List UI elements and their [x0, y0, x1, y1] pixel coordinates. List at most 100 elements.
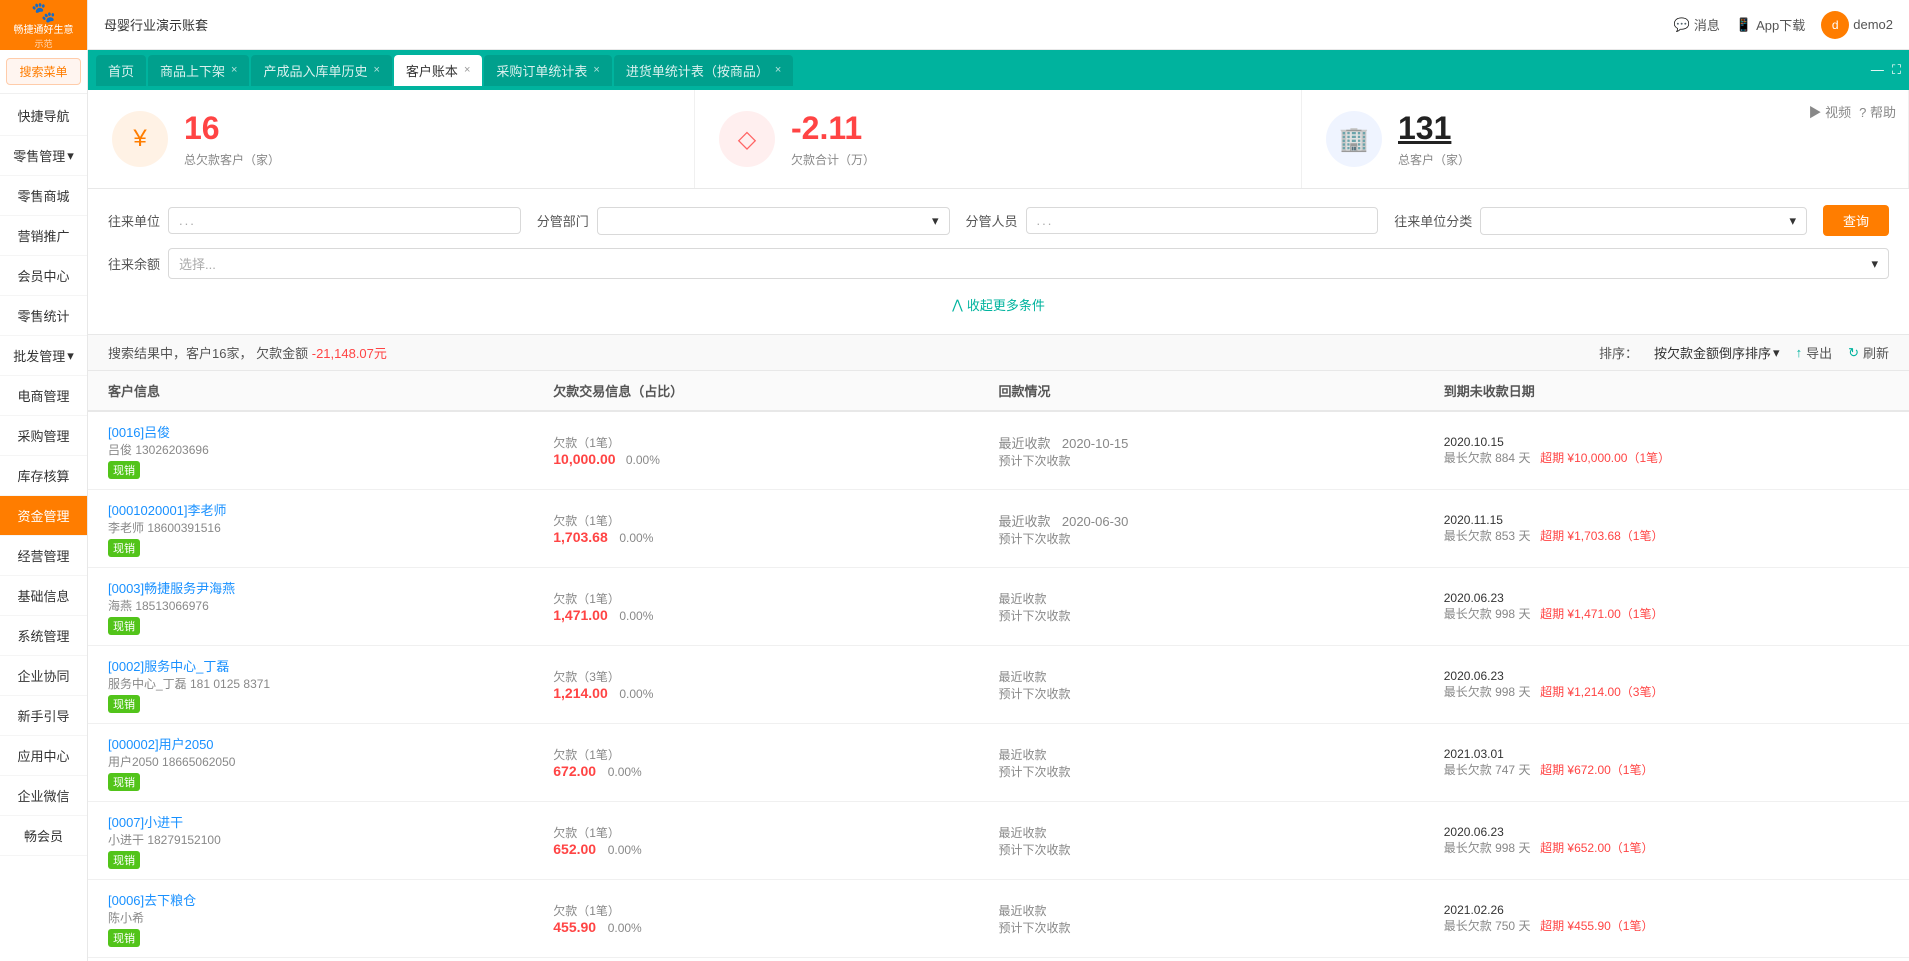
customer-name-6[interactable]: [0006]去下粮仓: [108, 890, 553, 909]
overdue-link-1[interactable]: 超期 ¥1,703.68（1笔）: [1540, 529, 1663, 543]
sidebar-item-operation[interactable]: 经营管理: [0, 536, 87, 576]
classification-select[interactable]: ▾: [1480, 207, 1807, 235]
dept-select[interactable]: ▾: [597, 207, 950, 235]
sidebar-item-system[interactable]: 系统管理: [0, 616, 87, 656]
sort-select[interactable]: 按欠款金额倒序排序 ▾: [1654, 343, 1780, 362]
chevron-down-icon: ▾: [1789, 213, 1796, 229]
tab-production[interactable]: 产成品入库单历史 ×: [251, 55, 391, 86]
due-date-5: 2020.06.23: [1444, 825, 1889, 839]
debt-amount-2[interactable]: 1,471.00: [553, 607, 608, 623]
tab-purchase-close[interactable]: ×: [593, 64, 599, 76]
overdue-link-2[interactable]: 超期 ¥1,471.00（1笔）: [1540, 607, 1663, 621]
debt-amount-6[interactable]: 455.90: [553, 919, 596, 935]
person-input[interactable]: ...: [1026, 207, 1379, 234]
overdue-link-3[interactable]: 超期 ¥1,214.00（3笔）: [1540, 685, 1663, 699]
tab-purchase-label: 采购订单统计表: [496, 61, 587, 80]
due-date-6: 2021.02.26: [1444, 903, 1889, 917]
debt-amount-5[interactable]: 652.00: [553, 841, 596, 857]
sidebar: 🐾 畅捷通好生意 示范 搜索菜单 快捷导航 零售管理 ▾ 零售商城 营销推广 会…: [0, 0, 88, 961]
customer-name-2[interactable]: [0003]畅捷服务尹海燕: [108, 578, 553, 597]
topbar-right: 💬 消息 📱 App下载 d demo2: [1674, 11, 1893, 39]
supplier-input[interactable]: ...: [168, 207, 521, 234]
tab-production-close[interactable]: ×: [373, 64, 379, 76]
debt-amount-value: -2.11: [791, 110, 875, 147]
col-debt-info: 欠款交易信息（占比）: [553, 381, 998, 400]
customer-name-5[interactable]: [0007]小进干: [108, 812, 553, 831]
chevron-down-icon: ▾: [1871, 256, 1878, 272]
tab-home[interactable]: 首页: [96, 55, 146, 86]
sidebar-item-batch-mgmt[interactable]: 批发管理 ▾: [0, 336, 87, 376]
result-info: 搜索结果中，客户16家， 欠款金额 -21,148.07元: [108, 343, 387, 362]
customer-name-0[interactable]: [0016]吕俊: [108, 422, 553, 441]
sidebar-search[interactable]: 搜索菜单: [0, 50, 87, 94]
sidebar-item-basic-info[interactable]: 基础信息: [0, 576, 87, 616]
customer-name-4[interactable]: [000002]用户2050: [108, 734, 553, 753]
overdue-days-6: 最长欠款 750 天: [1444, 919, 1531, 933]
sidebar-item-beginner[interactable]: 新手引导: [0, 696, 87, 736]
overdue-link-5[interactable]: 超期 ¥652.00（1笔）: [1540, 841, 1653, 855]
sidebar-item-app-center[interactable]: 应用中心: [0, 736, 87, 776]
sidebar-item-wechat[interactable]: 企业微信: [0, 776, 87, 816]
overdue-link-0[interactable]: 超期 ¥10,000.00（1笔）: [1540, 451, 1670, 465]
customer-name-3[interactable]: [0002]服务中心_丁磊: [108, 656, 553, 675]
debt-amount-1[interactable]: 1,703.68: [553, 529, 608, 545]
collapse-button[interactable]: ⋀ 收起更多条件: [108, 291, 1889, 318]
debt-cell-5: 欠款（1笔） 652.00 0.00%: [553, 824, 998, 857]
sidebar-item-ecommerce[interactable]: 电商管理: [0, 376, 87, 416]
debt-amount-label: 欠款合计（万）: [791, 151, 875, 168]
sidebar-item-retail-stats[interactable]: 零售统计: [0, 296, 87, 336]
sidebar-item-retail-mall[interactable]: 零售商城: [0, 176, 87, 216]
debt-amount-0[interactable]: 10,000.00: [553, 451, 615, 467]
overdue-link-4[interactable]: 超期 ¥672.00（1笔）: [1540, 763, 1653, 777]
main-area: 母婴行业演示账套 💬 消息 📱 App下载 d demo2 首页 商品上下架 ×: [88, 0, 1909, 961]
maximize-icon[interactable]: ⛶: [1892, 62, 1901, 78]
sidebar-item-inventory[interactable]: 库存核算: [0, 456, 87, 496]
search-menu-button[interactable]: 搜索菜单: [6, 58, 81, 85]
help-button[interactable]: ? 帮助: [1859, 102, 1896, 121]
minimize-icon[interactable]: —: [1871, 62, 1884, 78]
tab-products[interactable]: 商品上下架 ×: [148, 55, 249, 86]
recent-label-4: 最近收款: [999, 746, 1444, 763]
total-customers-label: 总客户（家）: [1398, 151, 1470, 168]
overdue-info-5: 最长欠款 998 天 超期 ¥652.00（1笔）: [1444, 839, 1889, 856]
refresh-button[interactable]: ↻ 刷新: [1848, 343, 1889, 362]
overdue-info-6: 最长欠款 750 天 超期 ¥455.90（1笔）: [1444, 917, 1889, 934]
sidebar-item-quick-nav[interactable]: 快捷导航: [0, 94, 87, 136]
tab-products-close[interactable]: ×: [231, 64, 237, 76]
tab-production-label: 产成品入库单历史: [263, 61, 367, 80]
user-menu[interactable]: d demo2: [1821, 11, 1893, 39]
debtors-text: 16 总欠款客户（家）: [184, 110, 280, 168]
result-amount-label: 欠款金额: [256, 346, 308, 361]
debt-amount-3[interactable]: 1,214.00: [553, 685, 608, 701]
debt-count-2: 欠款（1笔）: [553, 590, 998, 607]
search-button[interactable]: 查询: [1823, 205, 1889, 236]
export-button[interactable]: ↑ 导出: [1796, 343, 1833, 362]
overdue-days-1: 最长欠款 853 天: [1444, 529, 1531, 543]
debt-count-5: 欠款（1笔）: [553, 824, 998, 841]
chevron-down-icon: ▾: [67, 348, 74, 364]
tab-customer[interactable]: 客户账本 ×: [394, 55, 482, 86]
customer-tag-6: 现销: [108, 929, 140, 947]
sidebar-item-retail-mgmt[interactable]: 零售管理 ▾: [0, 136, 87, 176]
view-video-button[interactable]: ▶ 视频: [1809, 102, 1852, 121]
sidebar-item-finance[interactable]: 资金管理: [0, 496, 87, 536]
sidebar-item-member[interactable]: 会员中心: [0, 256, 87, 296]
sidebar-item-vip[interactable]: 畅会员: [0, 816, 87, 856]
sidebar-item-enterprise[interactable]: 企业协同: [0, 656, 87, 696]
tab-customer-close[interactable]: ×: [464, 64, 470, 76]
customer-name-1[interactable]: [0001020001]李老师: [108, 500, 553, 519]
debt-count-4: 欠款（1笔）: [553, 746, 998, 763]
overdue-link-6[interactable]: 超期 ¥455.90（1笔）: [1540, 919, 1653, 933]
debt-amount-4[interactable]: 672.00: [553, 763, 596, 779]
app-download-button[interactable]: 📱 App下载: [1736, 15, 1805, 34]
next-label-2: 预计下次收款: [999, 607, 1444, 624]
message-button[interactable]: 💬 消息: [1674, 15, 1720, 34]
tab-purchase[interactable]: 采购订单统计表 ×: [484, 55, 611, 86]
tab-import-close[interactable]: ×: [775, 64, 781, 76]
balance-select[interactable]: 选择... ▾: [168, 248, 1889, 279]
sidebar-item-purchase-mgmt[interactable]: 采购管理: [0, 416, 87, 456]
tab-import[interactable]: 进货单统计表（按商品） ×: [614, 55, 793, 86]
customer-tag-3: 现销: [108, 695, 140, 713]
stat-card-total-customers: 🏢 131 总客户（家） ▶ 视频 ? 帮助: [1302, 90, 1909, 188]
sidebar-item-marketing[interactable]: 营销推广: [0, 216, 87, 256]
